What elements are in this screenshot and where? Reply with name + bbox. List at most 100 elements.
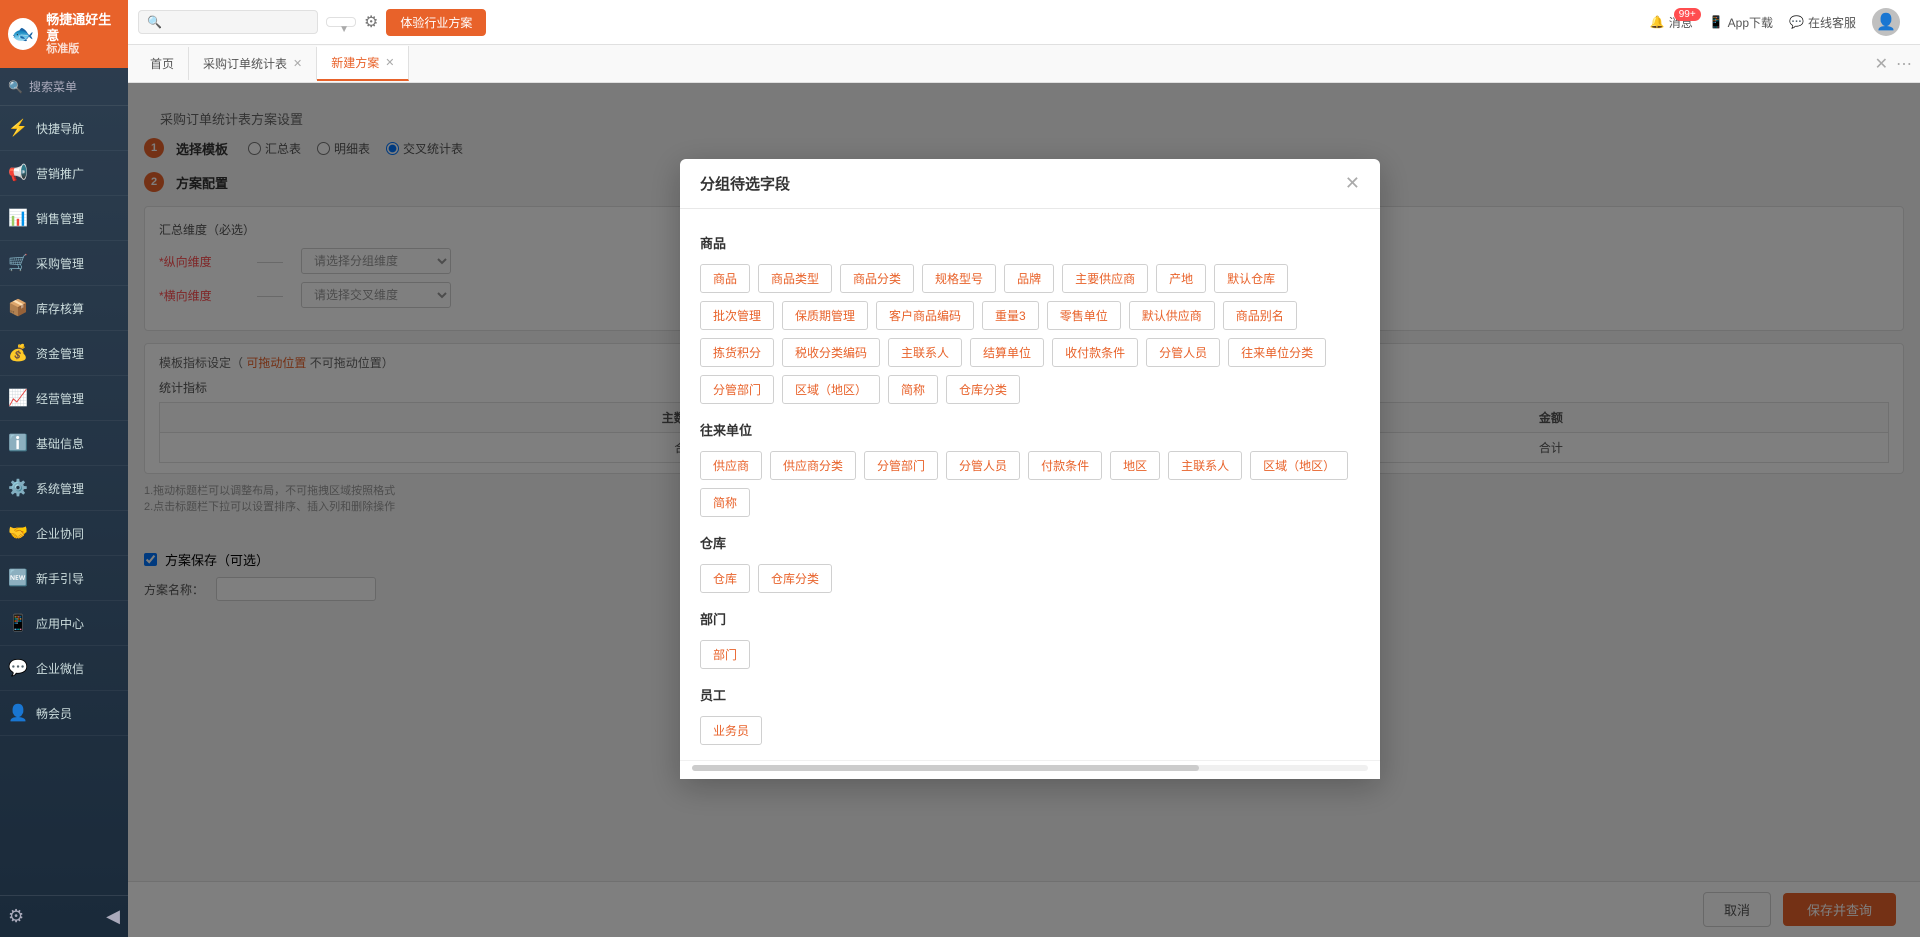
tag-partner-1[interactable]: 供应商分类 xyxy=(770,451,856,480)
sidebar-item-inventory[interactable]: 📦 库存核算 xyxy=(0,286,128,331)
section-partner-title: 往来单位 xyxy=(700,420,1360,439)
tag-goods-20[interactable]: 分管人员 xyxy=(1146,338,1220,367)
sidebar-item-purchase[interactable]: 🛒 采购管理 xyxy=(0,241,128,286)
section-goods: 商品 商品 商品类型 商品分类 规格型号 品牌 主要供应商 产地 默认仓库 批次… xyxy=(700,233,1360,404)
tag-goods-1[interactable]: 商品类型 xyxy=(758,264,832,293)
tag-goods-0[interactable]: 商品 xyxy=(700,264,750,293)
member-icon: 👤 xyxy=(8,703,28,723)
tag-goods-7[interactable]: 默认仓库 xyxy=(1214,264,1288,293)
sidebar-item-collab[interactable]: 🤝 企业协同 xyxy=(0,511,128,556)
sidebar: 🐟 畅捷通好生意 标准版 🔍 搜索菜单 ⚡ 快捷导航 📢 营销推广 📊 销售管理… xyxy=(0,0,128,937)
tag-goods-21[interactable]: 往来单位分类 xyxy=(1228,338,1326,367)
tag-partner-0[interactable]: 供应商 xyxy=(700,451,762,480)
operations-icon: 📈 xyxy=(8,388,28,408)
sidebar-item-operations[interactable]: 📈 经营管理 xyxy=(0,376,128,421)
dialog-title: 分组待选字段 xyxy=(700,173,790,194)
dialog-close-icon[interactable]: ✕ xyxy=(1345,174,1360,192)
sidebar-item-member[interactable]: 👤 畅会员 xyxy=(0,691,128,736)
guide-icon: 🆕 xyxy=(8,568,28,588)
sidebar-item-system[interactable]: ⚙️ 系统管理 xyxy=(0,466,128,511)
sidebar-item-finance[interactable]: 💰 资金管理 xyxy=(0,331,128,376)
notification-group[interactable]: 🔔 消息 99+ xyxy=(1650,14,1693,31)
tag-goods-25[interactable]: 仓库分类 xyxy=(946,375,1020,404)
header-select-dropdown[interactable]: ▼ xyxy=(326,17,356,27)
tag-partner-3[interactable]: 分管人员 xyxy=(946,451,1020,480)
tab-purchase-order-stats[interactable]: 采购订单统计表 ✕ xyxy=(189,47,317,80)
app-download-group[interactable]: 📱 App下载 xyxy=(1709,14,1773,31)
tab-close-purchase[interactable]: ✕ xyxy=(293,57,302,70)
notification-badge: 99+ xyxy=(1674,8,1701,21)
online-service-group[interactable]: 💬 在线客服 xyxy=(1789,14,1856,31)
tag-goods-12[interactable]: 零售单位 xyxy=(1047,301,1121,330)
settings-bottom-icon[interactable]: ⚙ xyxy=(8,906,24,927)
header: 🔍 ▼ ⚙ 体验行业方案 🔔 消息 99+ 📱 App下载 💬 在线客服 👤 xyxy=(128,0,1920,45)
tag-department-0[interactable]: 部门 xyxy=(700,640,750,669)
dialog-body[interactable]: 商品 商品 商品类型 商品分类 规格型号 品牌 主要供应商 产地 默认仓库 批次… xyxy=(680,209,1380,760)
sidebar-item-wechat[interactable]: 💬 企业微信 xyxy=(0,646,128,691)
notification-icon: 🔔 xyxy=(1650,15,1665,29)
tag-goods-14[interactable]: 商品别名 xyxy=(1223,301,1297,330)
tag-goods-11[interactable]: 重量3 xyxy=(982,301,1039,330)
section-staff-tags: 业务员 xyxy=(700,716,1360,745)
collab-icon: 🤝 xyxy=(8,523,28,543)
tag-goods-16[interactable]: 税收分类编码 xyxy=(782,338,880,367)
dialog-hscrollbar-track[interactable] xyxy=(692,765,1368,771)
app-center-icon: 📱 xyxy=(8,613,28,633)
tabs-close-icon[interactable]: ✕ xyxy=(1875,54,1888,74)
search-icon: 🔍 xyxy=(8,80,23,94)
tag-goods-6[interactable]: 产地 xyxy=(1156,264,1206,293)
volume-bottom-icon[interactable]: ◀ xyxy=(106,906,120,927)
tag-goods-15[interactable]: 拣货积分 xyxy=(700,338,774,367)
tag-partner-4[interactable]: 付款条件 xyxy=(1028,451,1102,480)
header-search-box[interactable]: 🔍 xyxy=(138,10,318,34)
quick-nav-icon: ⚡ xyxy=(8,118,28,138)
tab-new-plan[interactable]: 新建方案 ✕ xyxy=(317,46,409,81)
tag-goods-2[interactable]: 商品分类 xyxy=(840,264,914,293)
field-select-dialog: 分组待选字段 ✕ 商品 商品 商品类型 商品分类 规格型号 品牌 主要供应商 产… xyxy=(680,159,1380,779)
tag-partner-2[interactable]: 分管部门 xyxy=(864,451,938,480)
tab-close-new-plan[interactable]: ✕ xyxy=(385,56,394,69)
sidebar-item-basic[interactable]: ℹ️ 基础信息 xyxy=(0,421,128,466)
tag-goods-9[interactable]: 保质期管理 xyxy=(782,301,868,330)
sidebar-item-sales[interactable]: 📊 销售管理 xyxy=(0,196,128,241)
tag-partner-7[interactable]: 区域（地区） xyxy=(1250,451,1348,480)
tag-goods-19[interactable]: 收付款条件 xyxy=(1052,338,1138,367)
sidebar-search[interactable]: 🔍 搜索菜单 xyxy=(0,68,128,106)
purchase-icon: 🛒 xyxy=(8,253,28,273)
tag-partner-5[interactable]: 地区 xyxy=(1110,451,1160,480)
dialog-hscrollbar-thumb[interactable] xyxy=(692,765,1199,771)
experience-btn[interactable]: 体验行业方案 xyxy=(386,9,486,36)
section-department-tags: 部门 xyxy=(700,640,1360,669)
user-avatar[interactable]: 👤 xyxy=(1872,8,1900,36)
tag-partner-6[interactable]: 主联系人 xyxy=(1168,451,1242,480)
section-goods-title: 商品 xyxy=(700,233,1360,252)
tabs-more-icon[interactable]: ⋯ xyxy=(1896,54,1912,74)
tag-goods-22[interactable]: 分管部门 xyxy=(700,375,774,404)
tag-goods-23[interactable]: 区域（地区） xyxy=(782,375,880,404)
tag-staff-0[interactable]: 业务员 xyxy=(700,716,762,745)
tabs-right-actions: ✕ ⋯ xyxy=(1875,54,1912,74)
gear-icon[interactable]: ⚙ xyxy=(364,14,378,31)
tag-partner-8[interactable]: 简称 xyxy=(700,488,750,517)
sidebar-item-quick-nav[interactable]: ⚡ 快捷导航 xyxy=(0,106,128,151)
tag-warehouse-0[interactable]: 仓库 xyxy=(700,564,750,593)
tab-home[interactable]: 首页 xyxy=(136,47,189,80)
sidebar-item-marketing[interactable]: 📢 营销推广 xyxy=(0,151,128,196)
tag-goods-24[interactable]: 简称 xyxy=(888,375,938,404)
tag-goods-8[interactable]: 批次管理 xyxy=(700,301,774,330)
online-service-icon: 💬 xyxy=(1789,15,1804,29)
marketing-icon: 📢 xyxy=(8,163,28,183)
sidebar-item-app-center[interactable]: 📱 应用中心 xyxy=(0,601,128,646)
tag-goods-3[interactable]: 规格型号 xyxy=(922,264,996,293)
tag-warehouse-1[interactable]: 仓库分类 xyxy=(758,564,832,593)
tag-goods-10[interactable]: 客户商品编码 xyxy=(876,301,974,330)
tag-goods-18[interactable]: 结算单位 xyxy=(970,338,1044,367)
tag-goods-17[interactable]: 主联系人 xyxy=(888,338,962,367)
sidebar-item-guide[interactable]: 🆕 新手引导 xyxy=(0,556,128,601)
tag-goods-5[interactable]: 主要供应商 xyxy=(1062,264,1148,293)
gear-icon-wrapper[interactable]: ⚙ xyxy=(364,12,378,32)
basic-icon: ℹ️ xyxy=(8,433,28,453)
tag-goods-4[interactable]: 品牌 xyxy=(1004,264,1054,293)
header-search-icon: 🔍 xyxy=(147,15,162,29)
tag-goods-13[interactable]: 默认供应商 xyxy=(1129,301,1215,330)
